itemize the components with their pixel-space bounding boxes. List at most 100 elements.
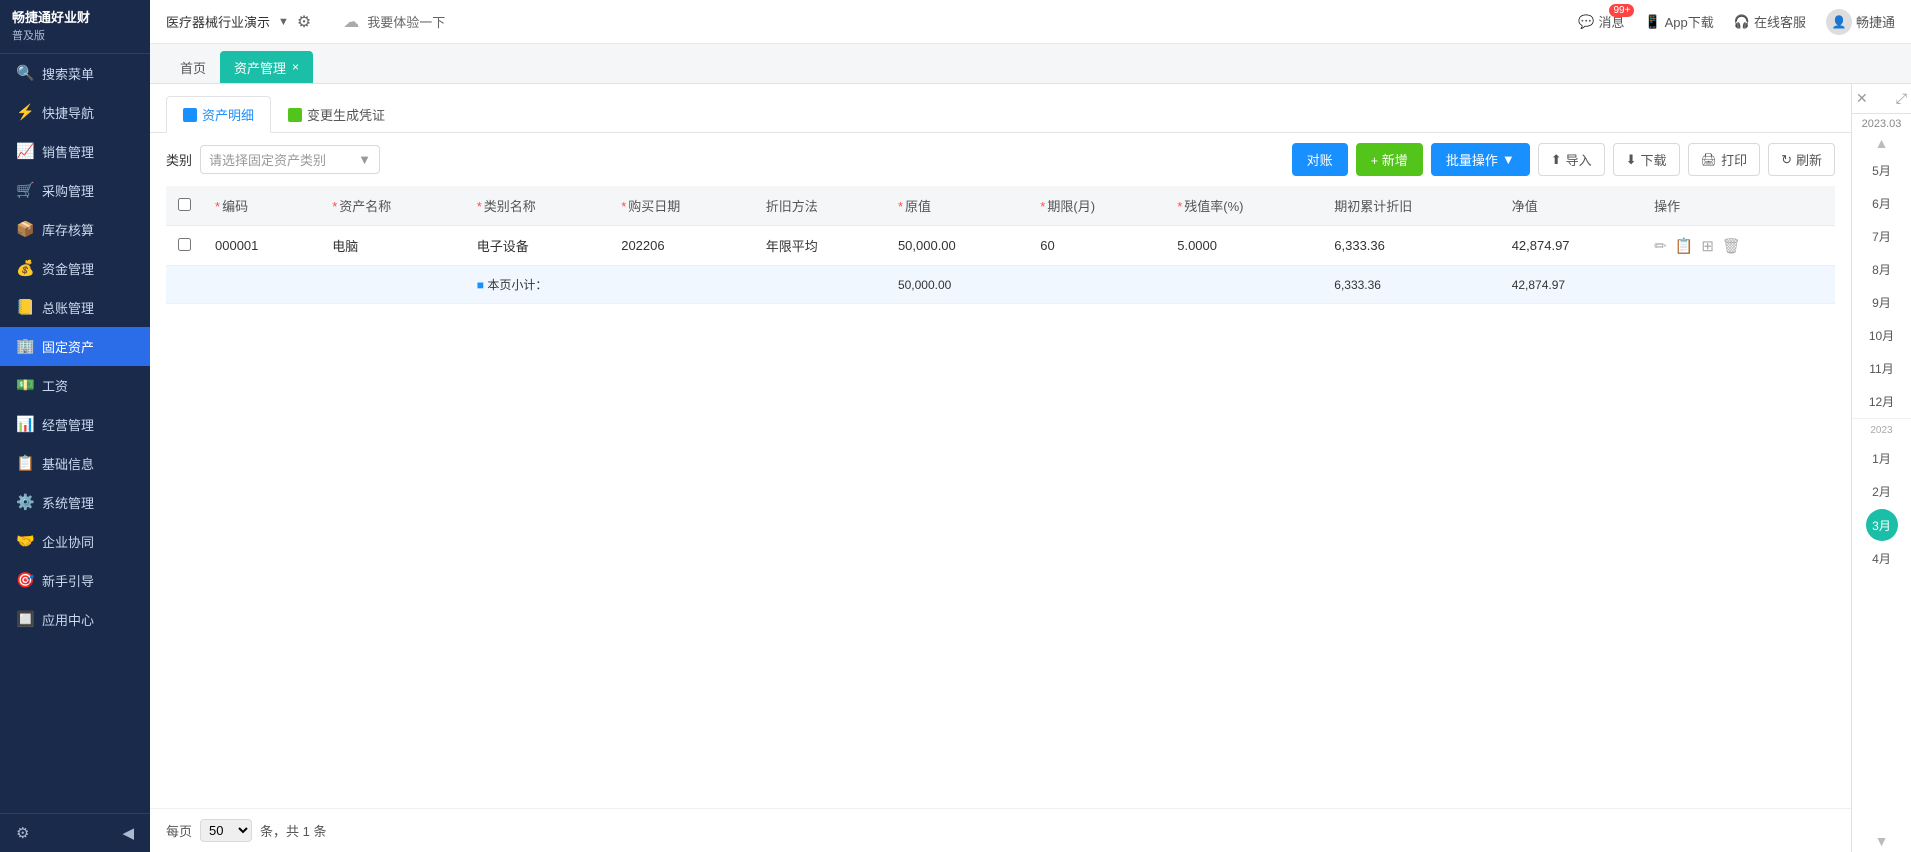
app-subtitle: 普及版 [12, 27, 45, 43]
header-period: *期限(月) [1028, 186, 1165, 226]
select-all-checkbox[interactable] [178, 198, 191, 211]
category-filter[interactable]: 请选择固定资产类别 ▼ [200, 145, 380, 174]
sidebar-item-fixed-assets[interactable]: 🏢 固定资产 [0, 327, 150, 366]
panel-expand-icon[interactable]: ⤢ [1896, 90, 1907, 107]
header-category: *类别名称 [465, 186, 610, 226]
online-service-button[interactable]: 🎧 在线客服 [1734, 12, 1806, 31]
calendar-month-9[interactable]: 9月 [1856, 287, 1907, 318]
sidebar-item-sales[interactable]: 📈 销售管理 [0, 132, 150, 171]
header-net-value: 净值 [1500, 186, 1642, 226]
batch-button[interactable]: 批量操作 ▼ [1431, 143, 1530, 176]
filter-dropdown-icon: ▼ [358, 152, 371, 167]
tab-close-icon[interactable]: × [292, 61, 299, 73]
calendar-month-apr[interactable]: 4月 [1856, 543, 1907, 574]
user-profile[interactable]: 👤 畅捷通 [1826, 9, 1895, 35]
calendar-month-12[interactable]: 12月 [1856, 386, 1907, 417]
reconcile-button[interactable]: 对账 [1292, 143, 1348, 176]
messages-badge: 99+ [1609, 4, 1634, 17]
sidebar-item-ledger[interactable]: 📒 总账管理 [0, 288, 150, 327]
refresh-label: 刷新 [1796, 150, 1822, 169]
sub-tab-asset-detail[interactable]: 资产明细 [166, 96, 271, 133]
content-area: 资产明细 变更生成凭证 类别 请选择固定资产类别 ▼ [150, 84, 1911, 852]
header-checkbox-cell [166, 186, 203, 226]
tab-asset-label: 资产管理 [234, 58, 286, 77]
tabs-bar: 首页 资产管理 × [150, 44, 1911, 84]
per-page-select[interactable]: 10 20 50 100 [200, 819, 252, 842]
download-button[interactable]: ⬇ 下载 [1613, 143, 1680, 176]
calendar-month-5[interactable]: 5月 [1856, 155, 1907, 186]
tab-asset-management[interactable]: 资产管理 × [220, 51, 313, 83]
sidebar-scroll: 🔍 搜索菜单 ⚡ 快捷导航 📈 销售管理 🛒 采购管理 📦 库存核算 💰 资金管… [0, 54, 150, 813]
delete-icon[interactable]: 🗑 [1722, 237, 1741, 255]
per-page-label: 每页 [166, 821, 192, 840]
sidebar-item-funds[interactable]: 💰 资金管理 [0, 249, 150, 288]
sub-tab-voucher[interactable]: 变更生成凭证 [271, 96, 402, 132]
print-icon: 🖨 [1701, 152, 1718, 168]
header-action: 操作 [1642, 186, 1835, 226]
sidebar-item-basic-info[interactable]: 📋 基础信息 [0, 444, 150, 483]
sidebar-item-quicknav[interactable]: ⚡ 快捷导航 [0, 93, 150, 132]
sidebar-item-operations[interactable]: 📊 经营管理 [0, 405, 150, 444]
calendar-month-7[interactable]: 7月 [1856, 221, 1907, 252]
sidebar-item-app-center[interactable]: 🔲 应用中心 [0, 600, 150, 639]
sidebar-item-system[interactable]: ⚙️ 系统管理 [0, 483, 150, 522]
tab-home[interactable]: 首页 [166, 51, 220, 83]
fixed-assets-icon: 🏢 [16, 337, 34, 355]
purchase-icon: 🛒 [16, 181, 34, 199]
right-panel: ✕ ⤢ 2023.03 ▲ 5月 6月 7月 8月 9月 10月 11月 12月… [1851, 84, 1911, 852]
copy-icon[interactable]: 📋 [1675, 237, 1694, 255]
sidebar-item-search[interactable]: 🔍 搜索菜单 [0, 54, 150, 93]
topbar-left: 医疗器械行业演示 ▼ ⚙ ☁ 我要体验一下 [166, 12, 445, 32]
nav-up-icon[interactable]: ▲ [1875, 136, 1889, 150]
filter-label: 类别 [166, 150, 192, 169]
cell-net-value: 42,874.97 [1500, 226, 1642, 266]
calendar-month-6[interactable]: 6月 [1856, 188, 1907, 219]
calendar-month-10[interactable]: 10月 [1856, 320, 1907, 351]
calendar-month-jan[interactable]: 1月 [1856, 443, 1907, 474]
sidebar-item-payroll[interactable]: 💵 工资 [0, 366, 150, 405]
edit-icon[interactable]: ✏ [1654, 237, 1667, 255]
print-button[interactable]: 🖨 打印 [1688, 143, 1761, 176]
calendar-month-feb[interactable]: 2月 [1856, 476, 1907, 507]
company-dropdown-icon[interactable]: ▼ [278, 16, 289, 28]
app-download-button[interactable]: 📱 App下载 [1644, 12, 1713, 31]
nav-down-icon[interactable]: ▼ [1875, 834, 1889, 848]
reconcile-label: 对账 [1307, 150, 1333, 169]
row-checkbox[interactable] [178, 238, 191, 251]
import-icon: ⬆ [1551, 152, 1562, 168]
sales-icon: 📈 [16, 142, 34, 160]
collapse-icon[interactable]: ◀ [122, 824, 134, 842]
operations-icon: 📊 [16, 415, 34, 433]
sidebar-item-guide[interactable]: 🎯 新手引导 [0, 561, 150, 600]
sidebar-item-label: 资金管理 [42, 259, 94, 278]
funds-icon: 💰 [16, 259, 34, 277]
quicknav-icon: ⚡ [16, 103, 34, 121]
refresh-button[interactable]: ↻ 刷新 [1768, 143, 1835, 176]
settings-bottom-icon[interactable]: ⚙ [16, 824, 29, 842]
new-button[interactable]: + 新增 [1356, 143, 1423, 176]
experience-label[interactable]: 我要体验一下 [367, 12, 445, 31]
more-icon[interactable]: ⊞ [1701, 237, 1714, 255]
sidebar-item-label: 基础信息 [42, 454, 94, 473]
header-purchase-date: *购买日期 [609, 186, 754, 226]
topbar-settings-icon[interactable]: ⚙ [297, 12, 311, 32]
sidebar-item-label: 企业协同 [42, 532, 94, 551]
app-center-icon: 🔲 [16, 610, 34, 628]
calendar-month-11[interactable]: 11月 [1856, 353, 1907, 384]
search-icon: 🔍 [16, 64, 34, 82]
sidebar-item-enterprise[interactable]: 🤝 企业协同 [0, 522, 150, 561]
panel-close-icon[interactable]: ✕ [1856, 90, 1868, 107]
sidebar-item-label: 采购管理 [42, 181, 94, 200]
cell-code: 000001 [203, 226, 320, 266]
subtotal-label: ■ 本页小计： [465, 266, 886, 304]
avatar: 👤 [1826, 9, 1852, 35]
calendar-month-8[interactable]: 8月 [1856, 254, 1907, 285]
import-button[interactable]: ⬆ 导入 [1538, 143, 1605, 176]
asset-table: *编码 *资产名称 *类别名称 *购买日期 折旧方法 *原值 *期限(月) *残… [166, 186, 1835, 304]
sidebar-item-purchase[interactable]: 🛒 采购管理 [0, 171, 150, 210]
refresh-icon: ↻ [1781, 152, 1792, 168]
cell-purchase-date: 202206 [609, 226, 754, 266]
messages-button[interactable]: 💬 消息 99+ [1578, 12, 1624, 31]
sidebar-item-inventory[interactable]: 📦 库存核算 [0, 210, 150, 249]
calendar-month-mar[interactable]: 3月 [1866, 509, 1898, 541]
